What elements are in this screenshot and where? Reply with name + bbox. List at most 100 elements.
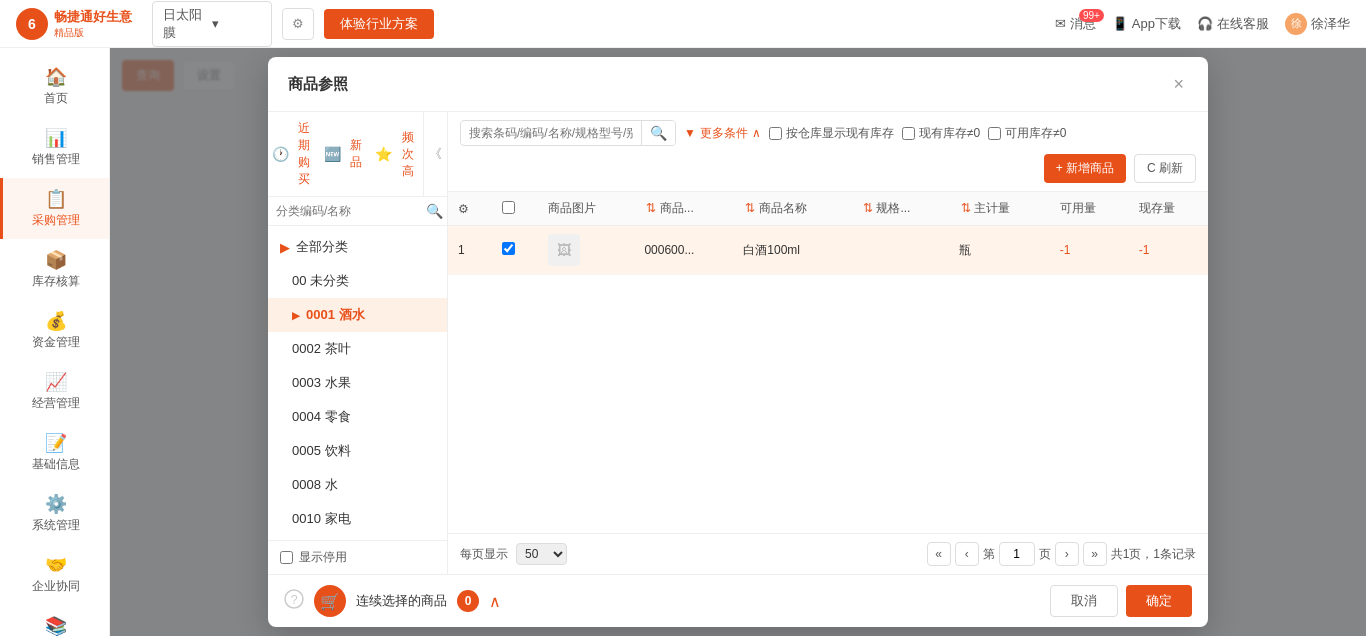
sidebar-item-basic-info[interactable]: 📝 基础信息 xyxy=(0,422,109,483)
page-number-input[interactable] xyxy=(999,542,1035,566)
sidebar-item-inventory[interactable]: 📦 库存核算 xyxy=(0,239,109,300)
category-search-box: 🔍 xyxy=(268,197,447,226)
sort-icon: ⇅ xyxy=(745,201,755,215)
help-icon[interactable]: ? xyxy=(284,589,304,613)
sidebar-item-system[interactable]: ⚙️ 系统管理 xyxy=(0,483,109,544)
trial-button[interactable]: 体验行业方案 xyxy=(324,9,434,39)
company-dropdown[interactable]: 日太阳膜 ▾ xyxy=(152,1,272,47)
sidebar-item-home[interactable]: 🏠 首页 xyxy=(0,56,109,117)
sidebar-item-label: 系统管理 xyxy=(32,517,80,534)
category-item-water[interactable]: 0008 水 xyxy=(268,468,447,502)
row-unit: 瓶 xyxy=(949,226,1050,275)
category-item-fruit[interactable]: 0003 水果 xyxy=(268,366,447,400)
sidebar-item-label: 库存核算 xyxy=(32,273,80,290)
sidebar: 🏠 首页 📊 销售管理 📋 采购管理 📦 库存核算 💰 资金管理 📈 经营管理 … xyxy=(0,48,110,636)
row-available: -1 xyxy=(1050,226,1129,275)
column-settings-icon[interactable]: ⚙ xyxy=(458,202,469,216)
avatar-icon: 徐 xyxy=(1285,13,1307,35)
filter-icon: ▼ xyxy=(684,126,696,140)
category-item-uncategorized[interactable]: 00 未分类 xyxy=(268,264,447,298)
col-name[interactable]: ⇅ 商品名称 xyxy=(733,192,851,226)
sort-icon: ⇅ xyxy=(646,201,656,215)
svg-text:?: ? xyxy=(290,592,297,607)
page-size-label: 每页显示 xyxy=(460,546,508,563)
current-stock-checkbox[interactable] xyxy=(902,127,915,140)
table-row[interactable]: 1 🖼 xyxy=(448,226,1208,275)
last-page-button[interactable]: » xyxy=(1083,542,1107,566)
pagination-bar: 每页显示 50 10 20 100 « ‹ 第 xyxy=(448,533,1208,574)
modal-close-button[interactable]: × xyxy=(1169,71,1188,97)
tab-recent-purchase[interactable]: 🕐 近期购买 xyxy=(268,112,320,196)
category-search-input[interactable] xyxy=(276,204,426,218)
collapse-left-panel-button[interactable]: 《 xyxy=(423,112,447,196)
settings-gear-button[interactable]: ⚙ xyxy=(282,8,314,40)
available-stock-checkbox-label[interactable]: 可用库存≠0 xyxy=(988,125,1066,142)
tab-frequent[interactable]: ⭐ 频次高 xyxy=(371,112,423,196)
category-item-liquor[interactable]: ▶ 0001 酒水 xyxy=(268,298,447,332)
filter-arrow-icon: ∧ xyxy=(752,126,761,140)
message-button[interactable]: ✉ 消息 99+ xyxy=(1055,15,1096,33)
row-select-checkbox[interactable] xyxy=(502,242,515,255)
category-item-snack[interactable]: 0004 零食 xyxy=(268,400,447,434)
sidebar-item-enterprise[interactable]: 🤝 企业协同 xyxy=(0,544,109,605)
image-icon: 🖼 xyxy=(557,242,571,258)
cancel-button[interactable]: 取消 xyxy=(1050,585,1118,617)
add-product-button[interactable]: + 新增商品 xyxy=(1044,154,1126,183)
col-image: 商品图片 xyxy=(538,192,634,226)
col-spec[interactable]: ⇅ 规格... xyxy=(851,192,949,226)
right-toolbar: 🔍 ▼ 更多条件 ∧ 按仓库显示现有库存 xyxy=(448,112,1208,192)
sidebar-item-finance[interactable]: 💰 资金管理 xyxy=(0,300,109,361)
category-item-beverage[interactable]: 0005 饮料 xyxy=(268,434,447,468)
next-page-button[interactable]: › xyxy=(1055,542,1079,566)
sidebar-item-operations[interactable]: 📈 经营管理 xyxy=(0,361,109,422)
enterprise-icon: 🤝 xyxy=(45,554,67,576)
modal-overlay: 商品参照 × 🕐 近期购买 🆕 xyxy=(110,48,1366,636)
category-item-all[interactable]: ▶ 全部分类 xyxy=(268,230,447,264)
product-search-button[interactable]: 🔍 xyxy=(641,121,675,145)
customer-service-button[interactable]: 🎧 在线客服 xyxy=(1197,15,1269,33)
category-item-tea[interactable]: 0002 茶叶 xyxy=(268,332,447,366)
row-name: 白酒100ml xyxy=(733,226,851,275)
current-stock-checkbox-label[interactable]: 现有库存≠0 xyxy=(902,125,980,142)
more-filter-button[interactable]: ▼ 更多条件 ∧ xyxy=(684,125,761,142)
category-search-icon[interactable]: 🔍 xyxy=(426,203,443,219)
col-stock: 现存量 xyxy=(1129,192,1208,226)
refresh-button[interactable]: C 刷新 xyxy=(1134,154,1196,183)
row-checkbox-cell xyxy=(492,226,539,275)
sidebar-item-label: 资金管理 xyxy=(32,334,80,351)
right-panel: 🔍 ▼ 更多条件 ∧ 按仓库显示现有库存 xyxy=(448,112,1208,574)
available-stock-checkbox[interactable] xyxy=(988,127,1001,140)
first-page-button[interactable]: « xyxy=(927,542,951,566)
collapse-icon[interactable]: ∧ xyxy=(489,592,501,611)
sidebar-item-sales[interactable]: 📊 销售管理 xyxy=(0,117,109,178)
nav-right: ✉ 消息 99+ 📱 App下载 🎧 在线客服 徐 徐泽华 xyxy=(1055,13,1350,35)
product-table-wrap: ⚙ 商品图片 xyxy=(448,192,1208,533)
user-profile[interactable]: 徐 徐泽华 xyxy=(1285,13,1350,35)
select-all-checkbox[interactable] xyxy=(502,201,515,214)
confirm-button[interactable]: 确定 xyxy=(1126,585,1192,617)
message-icon: ✉ xyxy=(1055,16,1066,31)
app-download-button[interactable]: 📱 App下载 xyxy=(1112,15,1181,33)
product-table: ⚙ 商品图片 xyxy=(448,192,1208,275)
sidebar-item-guide[interactable]: 📚 新手引导 xyxy=(0,605,109,636)
pagination-controls: « ‹ 第 页 › » 共1页，1条记录 xyxy=(927,542,1196,566)
prev-page-button[interactable]: ‹ xyxy=(955,542,979,566)
category-item-appliance[interactable]: 0010 家电 xyxy=(268,502,447,536)
warehouse-stock-checkbox-label[interactable]: 按仓库显示现有库存 xyxy=(769,125,894,142)
show-disabled-checkbox[interactable] xyxy=(280,551,293,564)
sidebar-item-purchase[interactable]: 📋 采购管理 xyxy=(0,178,109,239)
page-size-select[interactable]: 50 10 20 100 xyxy=(516,543,567,565)
left-panel: 🕐 近期购买 🆕 新品 ⭐ 频次高 《 xyxy=(268,112,448,574)
tab-new-products[interactable]: 🆕 新品 xyxy=(320,112,372,196)
show-disabled-label: 显示停用 xyxy=(299,549,347,566)
warehouse-stock-checkbox[interactable] xyxy=(769,127,782,140)
sidebar-item-label: 经营管理 xyxy=(32,395,80,412)
page-unit: 页 xyxy=(1039,546,1051,563)
row-image-cell: 🖼 xyxy=(538,226,634,275)
col-code[interactable]: ⇅ 商品... xyxy=(634,192,733,226)
system-icon: ⚙️ xyxy=(45,493,67,515)
modal-footer: ? 🛒 连续选择的商品 0 ∧ 取消 确定 xyxy=(268,574,1208,627)
product-search-input[interactable] xyxy=(461,122,641,144)
cart-button[interactable]: 🛒 xyxy=(314,585,346,617)
col-unit[interactable]: ⇅ 主计量 xyxy=(949,192,1050,226)
